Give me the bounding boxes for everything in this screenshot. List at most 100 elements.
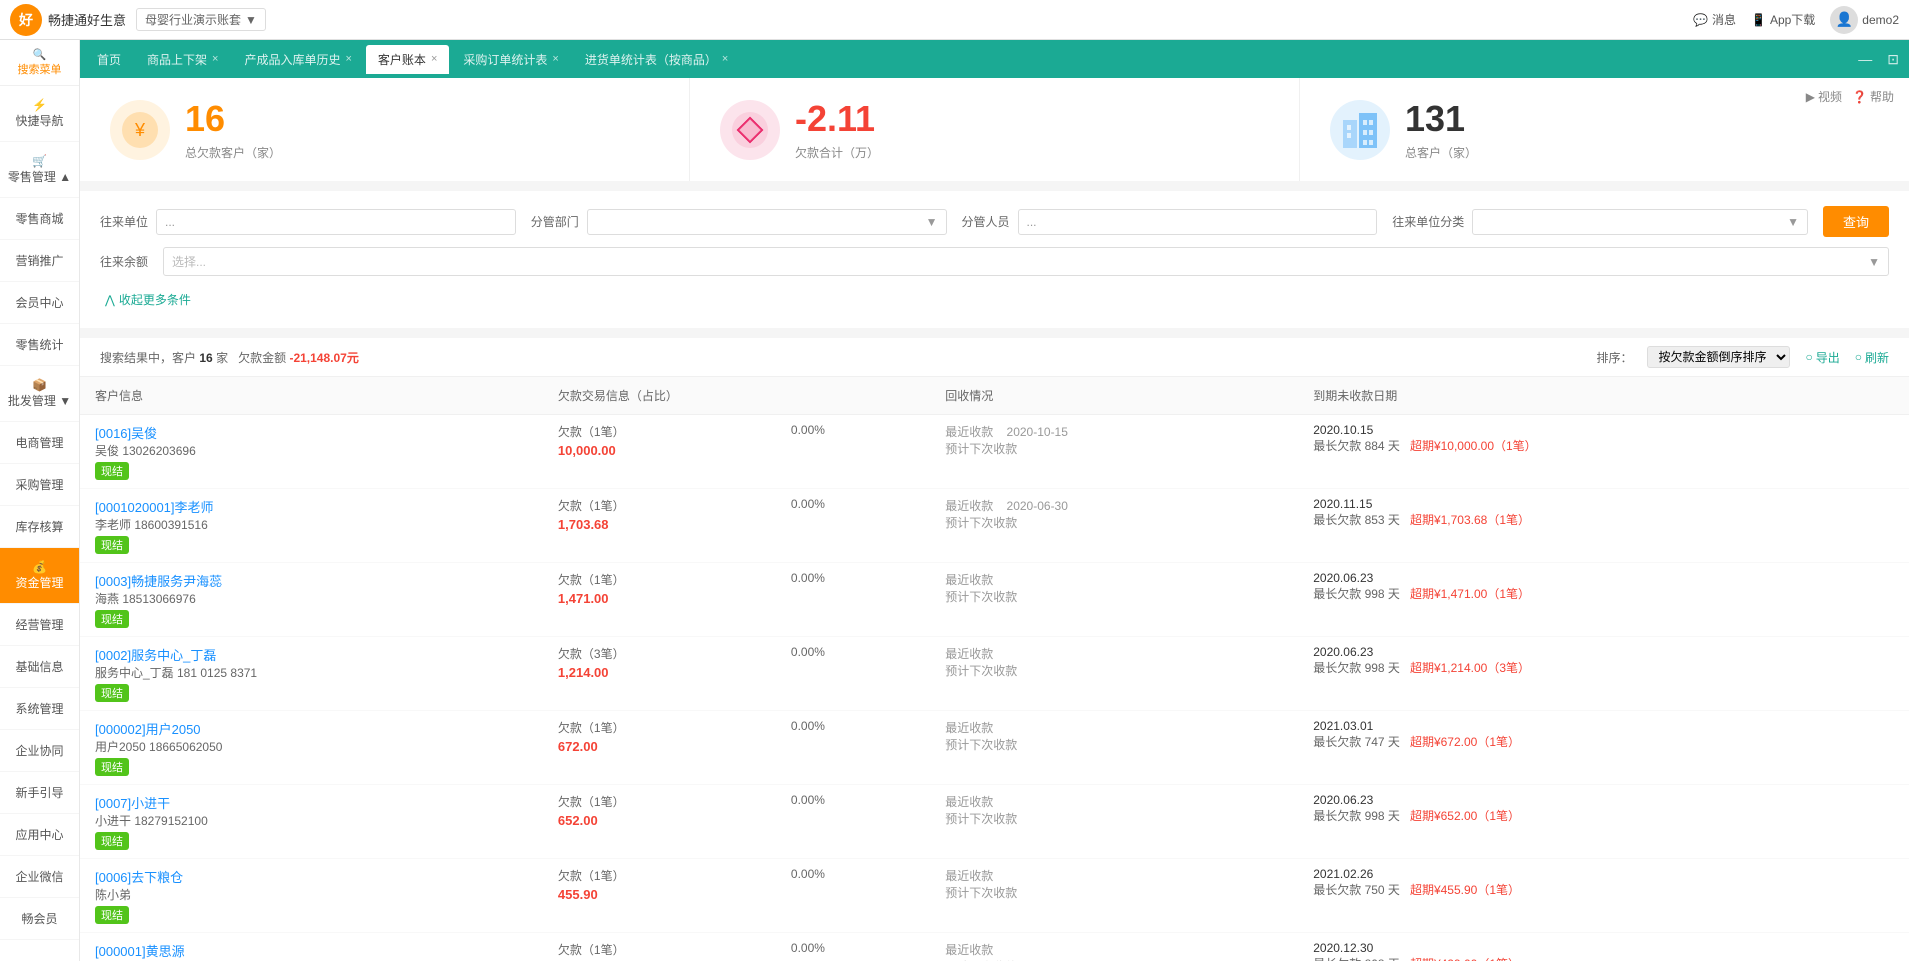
customer-name-link[interactable]: [0002]服务中心_丁磊 bbox=[95, 648, 216, 663]
debt-percent-cell: 0.00% bbox=[776, 859, 930, 933]
overdue-amount-link[interactable]: 超期¥672.00（1笔） bbox=[1410, 735, 1520, 749]
customer-info-cell: [0016]吴俊 吴俊 13026203696 现结 bbox=[80, 415, 543, 489]
sidebar-item-system[interactable]: 系统管理 bbox=[0, 688, 79, 730]
search-button[interactable]: 查询 bbox=[1823, 206, 1889, 237]
video-btn[interactable]: ▶ 视频 bbox=[1806, 88, 1842, 105]
tab-close-icon[interactable]: × bbox=[431, 53, 437, 65]
user-profile[interactable]: 👤 demo2 bbox=[1830, 6, 1899, 34]
debt-label: 欠款（1笔） bbox=[558, 867, 761, 884]
tab-home[interactable]: 首页 bbox=[85, 45, 133, 74]
debt-info-cell: 欠款（1笔） 652.00 bbox=[543, 785, 776, 859]
tabs-expand-icon[interactable]: ⊡ bbox=[1882, 49, 1904, 70]
filter-label-unit: 往来单位 bbox=[100, 213, 148, 230]
recent-collect-label: 最近收款 2020-06-30 bbox=[945, 497, 1283, 514]
filter-collapse-row: ⋀ 收起更多条件 bbox=[100, 286, 1889, 313]
debt-amount[interactable]: 652.00 bbox=[558, 813, 761, 828]
sidebar-item-app-center[interactable]: 应用中心 bbox=[0, 814, 79, 856]
export-btn[interactable]: ○ 导出 bbox=[1805, 349, 1839, 366]
filter-input-dept[interactable]: ▼ bbox=[587, 209, 947, 235]
overdue-days: 最长欠款 853 天 超期¥1,703.68（1笔） bbox=[1313, 511, 1894, 528]
collapse-button[interactable]: ⋀ 收起更多条件 bbox=[105, 291, 1884, 308]
debt-amount[interactable]: 1,471.00 bbox=[558, 591, 761, 606]
customer-name-link[interactable]: [0007]小进干 bbox=[95, 796, 170, 811]
tab-close-icon[interactable]: × bbox=[212, 53, 218, 65]
sort-select[interactable]: 按欠款金额倒序排序 bbox=[1647, 346, 1790, 368]
tab-product-listing[interactable]: 商品上下架 × bbox=[135, 45, 230, 74]
sidebar-item-members[interactable]: 会员中心 bbox=[0, 282, 79, 324]
debt-amount[interactable]: 1,214.00 bbox=[558, 665, 761, 680]
tab-label: 采购订单统计表 bbox=[463, 51, 547, 68]
overdue-amount-link[interactable]: 超期¥10,000.00（1笔） bbox=[1410, 439, 1537, 453]
col-debt-info: 欠款交易信息（占比） bbox=[543, 377, 930, 415]
sidebar-item-operations[interactable]: 经营管理 bbox=[0, 604, 79, 646]
filter-input-unit[interactable]: ... bbox=[156, 209, 516, 235]
debt-amount[interactable]: 672.00 bbox=[558, 739, 761, 754]
tab-purchase-stats[interactable]: 采购订单统计表 × bbox=[451, 45, 570, 74]
stat-card-debt-customers: ¥ 16 总欠款客户（家） bbox=[80, 78, 690, 181]
sidebar-item-retail-stats[interactable]: 零售统计 bbox=[0, 324, 79, 366]
sidebar-item-ecommerce[interactable]: 电商管理 bbox=[0, 422, 79, 464]
tab-close-icon[interactable]: × bbox=[552, 53, 558, 65]
overdue-amount-link[interactable]: 超期¥1,214.00（3笔） bbox=[1410, 661, 1530, 675]
refresh-icon: ○ bbox=[1855, 350, 1862, 364]
next-collect-label: 预计下次收款 bbox=[945, 662, 1283, 679]
sidebar-item-member-club[interactable]: 畅会员 bbox=[0, 898, 79, 940]
tabs-collapse-icon[interactable]: — bbox=[1853, 49, 1877, 70]
sidebar-item-label: 采购管理 bbox=[6, 476, 73, 493]
overdue-amount-link[interactable]: 超期¥429.00（1笔） bbox=[1410, 957, 1520, 961]
sidebar-item-wechat[interactable]: 企业微信 bbox=[0, 856, 79, 898]
customer-name-link[interactable]: [0003]畅捷服务尹海蕊 bbox=[95, 574, 222, 589]
overdue-amount-link[interactable]: 超期¥1,471.00（1笔） bbox=[1410, 587, 1530, 601]
company-select[interactable]: 母婴行业演示账套 ▼ bbox=[136, 8, 266, 31]
customer-name-link[interactable]: [000002]用户2050 bbox=[95, 722, 201, 737]
sidebar-item-basic-info[interactable]: 基础信息 bbox=[0, 646, 79, 688]
sidebar-item-finance[interactable]: 💰 资金管理 bbox=[0, 548, 79, 604]
filter-label-dept: 分管部门 bbox=[531, 213, 579, 230]
overdue-amount-link[interactable]: 超期¥652.00（1笔） bbox=[1410, 809, 1520, 823]
sidebar-item-guide[interactable]: 新手引导 bbox=[0, 772, 79, 814]
tab-close-icon[interactable]: × bbox=[722, 53, 728, 65]
customer-name-link[interactable]: [0001020001]李老师 bbox=[95, 500, 214, 515]
sidebar-item-wholesale[interactable]: 📦 批发管理 ▼ bbox=[0, 366, 79, 422]
debt-amount[interactable]: 10,000.00 bbox=[558, 443, 761, 458]
sidebar-item-inventory[interactable]: 库存核算 bbox=[0, 506, 79, 548]
help-btn[interactable]: ❓ 帮助 bbox=[1852, 88, 1894, 105]
sidebar-item-retail-mall[interactable]: 零售商城 bbox=[0, 198, 79, 240]
filter-input-person[interactable]: ... bbox=[1018, 209, 1378, 235]
tab-production-history[interactable]: 产成品入库单历史 × bbox=[232, 45, 363, 74]
debt-amount[interactable]: 1,703.68 bbox=[558, 517, 761, 532]
due-date-cell: 2021.02.26 最长欠款 750 天 超期¥455.90（1笔） bbox=[1298, 859, 1909, 933]
app-download-btn[interactable]: 📱 App下载 bbox=[1751, 11, 1815, 28]
sidebar-item-label: 零售管理 ▲ bbox=[6, 168, 73, 185]
customer-name-link[interactable]: [0006]去下粮仓 bbox=[95, 870, 183, 885]
table-row: [0003]畅捷服务尹海蕊 海燕 18513066976 现结 欠款（1笔） 1… bbox=[80, 563, 1909, 637]
collection-cell: 最近收款 2020-06-30 预计下次收款 bbox=[930, 489, 1298, 563]
sidebar-item-quick-nav[interactable]: ⚡ 快捷导航 bbox=[0, 86, 79, 142]
debt-percent-cell: 0.00% bbox=[776, 933, 930, 961]
tab-close-icon[interactable]: × bbox=[345, 53, 351, 65]
filter-input-balance[interactable]: 选择... ▼ bbox=[163, 247, 1889, 276]
filter-input-category[interactable]: ▼ bbox=[1472, 209, 1808, 235]
avatar: 👤 bbox=[1830, 6, 1858, 34]
sidebar-item-purchase[interactable]: 采购管理 bbox=[0, 464, 79, 506]
sidebar-item-retail-mgmt[interactable]: 🛒 零售管理 ▲ bbox=[0, 142, 79, 198]
refresh-btn[interactable]: ○ 刷新 bbox=[1855, 349, 1889, 366]
debt-percent-cell: 0.00% bbox=[776, 637, 930, 711]
customer-name-link[interactable]: [000001]黄思源 bbox=[95, 944, 185, 959]
due-date: 2020.11.15 bbox=[1313, 497, 1894, 511]
sidebar-search[interactable]: 🔍 搜索菜单 bbox=[0, 40, 79, 86]
sidebar-item-enterprise[interactable]: 企业协同 bbox=[0, 730, 79, 772]
sidebar-item-marketing[interactable]: 营销推广 bbox=[0, 240, 79, 282]
overdue-amount-link[interactable]: 超期¥1,703.68（1笔） bbox=[1410, 513, 1530, 527]
customer-name-link[interactable]: [0016]吴俊 bbox=[95, 426, 157, 441]
next-collect-label: 预计下次收款 bbox=[945, 440, 1283, 457]
tab-purchase-product-stats[interactable]: 进货单统计表（按商品） × bbox=[573, 45, 740, 74]
collection-cell: 最近收款 预计下次收款 bbox=[930, 711, 1298, 785]
customer-phone: 李老师 18600391516 bbox=[95, 516, 528, 533]
sidebar-item-label: 经营管理 bbox=[6, 616, 73, 633]
tab-customer-ledger[interactable]: 客户账本 × bbox=[366, 45, 449, 74]
debt-amount[interactable]: 455.90 bbox=[558, 887, 761, 902]
overdue-amount-link[interactable]: 超期¥455.90（1笔） bbox=[1410, 883, 1520, 897]
logo-area: 好 畅捷通好生意 bbox=[10, 4, 126, 36]
message-btn[interactable]: 💬 消息 bbox=[1693, 11, 1736, 28]
